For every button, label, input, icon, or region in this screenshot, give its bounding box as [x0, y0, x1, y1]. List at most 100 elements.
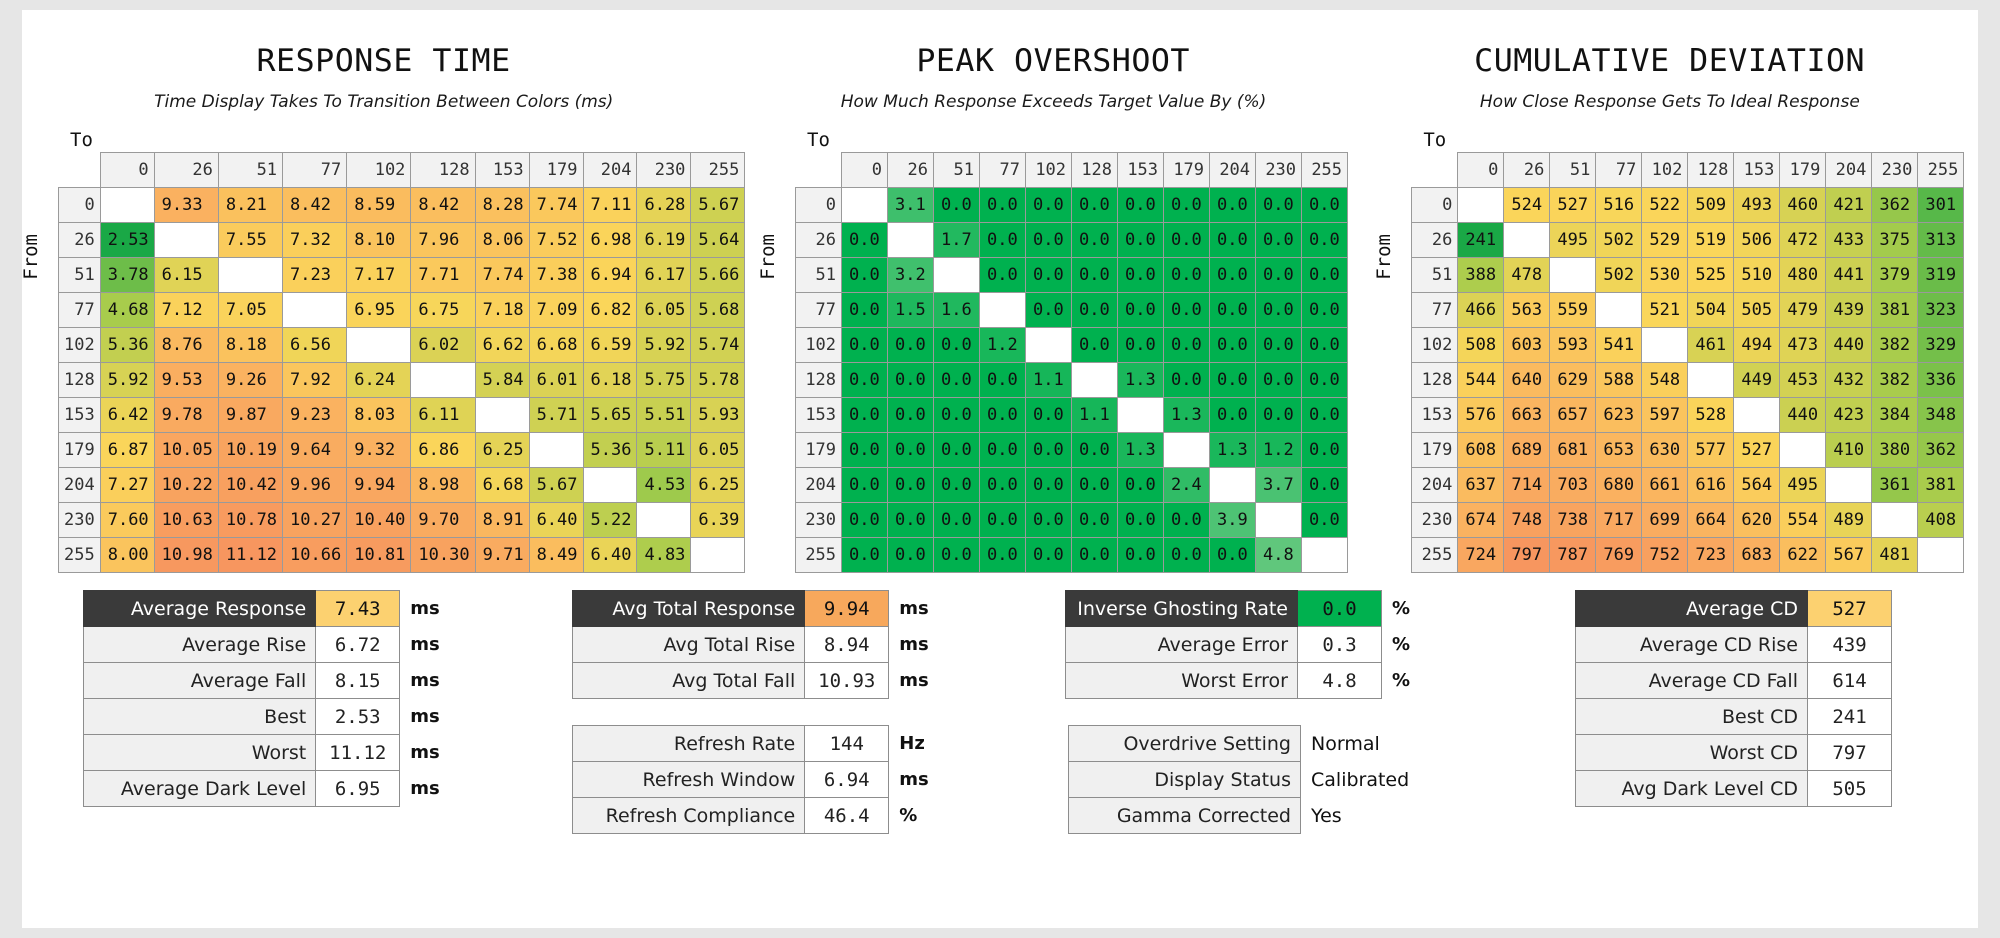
stat-row: Avg Dark Level CD 505 — [1575, 770, 1892, 807]
matrix-cell: 6.62 — [474, 327, 530, 363]
matrix-cell: 0.0 — [1071, 222, 1119, 258]
stat-row: Avg Total Fall 10.93 ms — [572, 662, 938, 699]
matrix-row-header: 77 — [58, 292, 101, 328]
matrix-cell: 9.71 — [474, 537, 530, 573]
panel-cumulative-deviation: CUMULATIVE DEVIATION How Close Response … — [1362, 10, 1978, 573]
matrix-row-header: 51 — [795, 257, 843, 293]
matrix-cell: 441 — [1825, 257, 1873, 293]
matrix-cell: 5.36 — [99, 327, 155, 363]
stat-value: 6.94 — [804, 761, 890, 798]
matrix-cell: 6.87 — [99, 432, 155, 468]
matrix-cell: 674 — [1457, 502, 1505, 538]
panel-subtitle-response-time: Time Display Takes To Transition Between… — [154, 92, 614, 112]
matrix-cell: 0.0 — [1301, 432, 1349, 468]
matrix-cell: 0.0 — [1071, 537, 1119, 573]
matrix-cell: 588 — [1595, 362, 1643, 398]
matrix-cell-diagonal — [979, 292, 1027, 328]
matrix-cell: 577 — [1687, 432, 1735, 468]
matrix-cell: 6.42 — [99, 397, 155, 433]
axis-label-from-cumulative-deviation: From — [1373, 234, 1396, 280]
panel-subtitle-cumulative-deviation: How Close Response Gets To Ideal Respons… — [1479, 92, 1860, 112]
matrix-cell-diagonal — [1163, 432, 1211, 468]
stat-unit: % — [1392, 634, 1411, 655]
matrix-row-header: 51 — [58, 257, 101, 293]
matrix-cell: 504 — [1687, 292, 1735, 328]
matrix-cell-diagonal — [99, 187, 155, 223]
matrix-cell: 681 — [1549, 432, 1597, 468]
matrix-cell: 10.22 — [153, 467, 219, 503]
matrix-cell: 544 — [1457, 362, 1505, 398]
matrix-cell: 738 — [1549, 502, 1597, 538]
matrix-cell: 0.0 — [1117, 537, 1165, 573]
matrix-row: 153 0.0 0.0 0.0 0.0 0.0 1.1 1.3 0.0 0.0 0.0 — [795, 397, 1349, 433]
matrix-row-header: 128 — [795, 362, 843, 398]
stat-label: Average Dark Level — [83, 770, 317, 807]
matrix-cell: 7.92 — [282, 362, 348, 398]
matrix-cell: 10.27 — [282, 502, 348, 538]
matrix-row-header: 77 — [1411, 292, 1459, 328]
matrix-row-header: 128 — [1411, 362, 1459, 398]
matrix-cell-diagonal — [1209, 467, 1257, 503]
matrix-cell: 0.0 — [1255, 397, 1303, 433]
matrix-col-header: 255 — [690, 152, 746, 188]
axis-label-to-response-time: To — [70, 129, 93, 151]
matrix-cell: 8.06 — [474, 222, 530, 258]
matrix-cell: 5.64 — [690, 222, 746, 258]
matrix-cell: 0.0 — [1301, 502, 1349, 538]
stat-unit: % — [1392, 598, 1411, 619]
stat-row: Refresh Compliance 46.4% — [572, 797, 938, 834]
matrix-cell: 623 — [1595, 397, 1643, 433]
matrix-cell: 7.12 — [153, 292, 219, 328]
matrix-cell: 3.9 — [1209, 502, 1257, 538]
matrix-cell: 4.8 — [1255, 537, 1303, 573]
matrix-row: 230 7.60 10.63 10.78 10.27 10.40 9.70 8.91 6.40 5… — [58, 502, 746, 538]
matrix-cell: 0.0 — [979, 362, 1027, 398]
matrix-row-header: 102 — [58, 327, 101, 363]
matrix-cell: 6.68 — [474, 467, 530, 503]
stat-table-ghosting: Inverse Ghosting Rate 0.0% Average Error 0.… — [1065, 590, 1424, 699]
matrix-row-header: 102 — [1411, 327, 1459, 363]
matrix-col-header: 153 — [1117, 152, 1165, 188]
stats-col-cd: Average CD 527 Average CD Rise 439 Average C… — [1489, 590, 1978, 860]
matrix-cell: 567 — [1825, 537, 1873, 573]
matrix-cell: 0.0 — [1255, 292, 1303, 328]
matrix-cell: 7.17 — [346, 257, 412, 293]
matrix-cell: 1.3 — [1117, 362, 1165, 398]
matrix-cell: 0.0 — [841, 502, 889, 538]
matrix-cell-diagonal — [636, 502, 692, 538]
matrix-cell: 6.25 — [474, 432, 530, 468]
matrix-cell-diagonal — [933, 257, 981, 293]
stat-label: Avg Dark Level CD — [1575, 770, 1808, 807]
matrix-cell: 528 — [1687, 397, 1735, 433]
matrix-cell: 723 — [1687, 537, 1735, 573]
matrix-cell: 5.93 — [690, 397, 746, 433]
matrix-cell: 683 — [1733, 537, 1781, 573]
stat-value: 614 — [1807, 662, 1892, 699]
matrix-col-header: 179 — [1779, 152, 1827, 188]
matrix-cell: 6.05 — [690, 432, 746, 468]
matrix-row: 26 241 495 502 529 519 506 472 433 375 313 — [1411, 222, 1965, 258]
matrix-cell: 0.0 — [1301, 292, 1349, 328]
matrix-cell: 9.87 — [217, 397, 284, 433]
matrix-cell: 0.0 — [933, 327, 981, 363]
matrix-cell: 362 — [1871, 187, 1919, 223]
matrix-cell: 9.94 — [346, 467, 412, 503]
matrix-col-header: 0 — [1457, 152, 1505, 188]
matrix-cell: 680 — [1595, 467, 1643, 503]
matrix-cell: 0.0 — [1255, 257, 1303, 293]
matrix-cell: 10.66 — [282, 537, 348, 573]
matrix-cell: 0.0 — [841, 327, 889, 363]
axis-label-from-peak-overshoot: From — [757, 234, 780, 280]
matrix-row-header: 230 — [795, 502, 843, 538]
matrix-cell: 524 — [1503, 187, 1551, 223]
matrix-row-header: 0 — [795, 187, 843, 223]
matrix-wrap-peak-overshoot: To From 0 26 51 77 102 128 153 179 204 230 255 0 3.1… — [757, 129, 1349, 573]
matrix-cell: 6.68 — [528, 327, 584, 363]
matrix-row: 230 674 748 738 717 699 664 620 554 489 408 — [1411, 502, 1965, 538]
matrix-cell: 495 — [1549, 222, 1597, 258]
matrix-row: 102 508 603 593 541 461 494 473 440 382 329 — [1411, 327, 1965, 363]
matrix-cell: 313 — [1917, 222, 1965, 258]
matrix-cell: 769 — [1595, 537, 1643, 573]
matrix-cell: 379 — [1871, 257, 1919, 293]
matrix-cell: 5.68 — [690, 292, 746, 328]
